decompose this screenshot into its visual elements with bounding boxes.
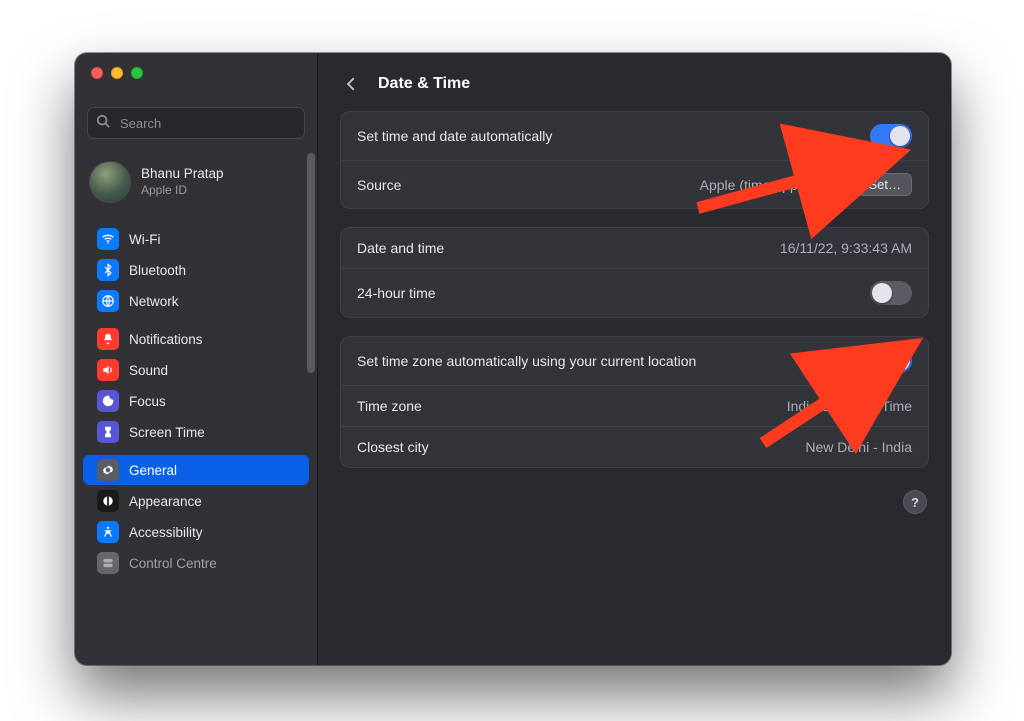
search-wrap [87, 107, 305, 139]
sidebar-item-appearance[interactable]: Appearance [83, 486, 309, 516]
help-button[interactable]: ? [903, 490, 927, 514]
source-value: Apple (time.apple.com.) [700, 177, 848, 193]
appearance-icon [97, 490, 119, 512]
sidebar-item-label: General [129, 463, 177, 478]
row-label: 24-hour time [357, 285, 436, 301]
content-body: Set time and date automatically Source A… [318, 111, 951, 532]
panel-auto-datetime: Set time and date automatically Source A… [340, 111, 929, 209]
toggle-24h[interactable] [870, 281, 912, 305]
bluetooth-icon [97, 259, 119, 281]
close-icon[interactable] [91, 67, 103, 79]
row-set-auto: Set time and date automatically [341, 112, 928, 160]
sidebar-item-focus[interactable]: Focus [83, 386, 309, 416]
account-text: Bhanu Pratap Apple ID [141, 166, 224, 198]
sidebar-item-label: Sound [129, 363, 168, 378]
general-icon [97, 459, 119, 481]
sidebar-scroll: Bhanu Pratap Apple ID Wi-Fi [75, 151, 317, 665]
notifications-icon [97, 328, 119, 350]
date-time-value: 16/11/22, 9:33:43 AM [780, 240, 912, 256]
page-title: Date & Time [378, 75, 470, 93]
content-pane: Date & Time Set time and date automatica… [318, 53, 951, 665]
row-tz: Time zone India Standard Time [341, 385, 928, 426]
focus-icon [97, 390, 119, 412]
panel-datetime: Date and time 16/11/22, 9:33:43 AM 24-ho… [340, 227, 929, 318]
row-label: Closest city [357, 439, 429, 455]
row-24h: 24-hour time [341, 268, 928, 317]
sidebar-item-label: Screen Time [129, 425, 205, 440]
avatar [89, 161, 131, 203]
content-header: Date & Time [318, 53, 951, 111]
search-field[interactable] [87, 107, 305, 139]
sidebar-item-screen-time[interactable]: Screen Time [83, 417, 309, 447]
network-icon [97, 290, 119, 312]
help-row: ? [340, 486, 929, 514]
zoom-icon[interactable] [131, 67, 143, 79]
chevron-left-icon [342, 75, 360, 93]
row-date-time: Date and time 16/11/22, 9:33:43 AM [341, 228, 928, 268]
accessibility-icon [97, 521, 119, 543]
panel-timezone: Set time zone automatically using your c… [340, 336, 929, 468]
sidebar: Bhanu Pratap Apple ID Wi-Fi [75, 53, 318, 665]
row-label: Time zone [357, 398, 422, 414]
sidebar-item-control-centre[interactable]: Control Centre [83, 548, 309, 578]
toggle-tz-auto[interactable] [870, 349, 912, 373]
sidebar-item-label: Notifications [129, 332, 203, 347]
city-value: New Delhi - India [805, 439, 912, 455]
sidebar-item-bluetooth[interactable]: Bluetooth [83, 255, 309, 285]
control-centre-icon [97, 552, 119, 574]
row-city: Closest city New Delhi - India [341, 426, 928, 467]
sidebar-item-label: Accessibility [129, 525, 203, 540]
sidebar-item-label: Wi-Fi [129, 232, 160, 247]
row-tz-auto: Set time zone automatically using your c… [341, 337, 928, 385]
sidebar-item-label: Network [129, 294, 179, 309]
search-icon [96, 114, 110, 133]
sidebar-item-network[interactable]: Network [83, 286, 309, 316]
source-set-button[interactable]: Set… [857, 173, 912, 196]
search-input[interactable] [118, 115, 298, 132]
minimize-icon[interactable] [111, 67, 123, 79]
row-label: Date and time [357, 240, 444, 256]
sidebar-item-general[interactable]: General [83, 455, 309, 485]
canvas: Bhanu Pratap Apple ID Wi-Fi [0, 0, 1024, 721]
row-label: Set time zone automatically using your c… [357, 353, 696, 369]
row-label: Source [357, 177, 401, 193]
wifi-icon [97, 228, 119, 250]
row-source: Source Apple (time.apple.com.) Set… [341, 160, 928, 208]
sidebar-item-label: Appearance [129, 494, 202, 509]
account-name: Bhanu Pratap [141, 166, 224, 183]
back-button[interactable] [338, 71, 364, 97]
sidebar-item-accessibility[interactable]: Accessibility [83, 517, 309, 547]
sidebar-item-wifi[interactable]: Wi-Fi [83, 224, 309, 254]
row-label: Set time and date automatically [357, 128, 552, 144]
sidebar-item-sound[interactable]: Sound [83, 355, 309, 385]
toggle-set-auto[interactable] [870, 124, 912, 148]
window-traffic-lights [75, 53, 317, 99]
account-sub: Apple ID [141, 183, 224, 198]
sidebar-item-label: Control Centre [129, 556, 217, 571]
sidebar-item-label: Bluetooth [129, 263, 186, 278]
account-row[interactable]: Bhanu Pratap Apple ID [75, 151, 317, 217]
sidebar-scrollbar[interactable] [307, 153, 315, 373]
tz-value: India Standard Time [787, 398, 912, 414]
sound-icon [97, 359, 119, 381]
sidebar-item-label: Focus [129, 394, 166, 409]
sidebar-item-notifications[interactable]: Notifications [83, 324, 309, 354]
screen-time-icon [97, 421, 119, 443]
settings-window: Bhanu Pratap Apple ID Wi-Fi [75, 53, 951, 665]
